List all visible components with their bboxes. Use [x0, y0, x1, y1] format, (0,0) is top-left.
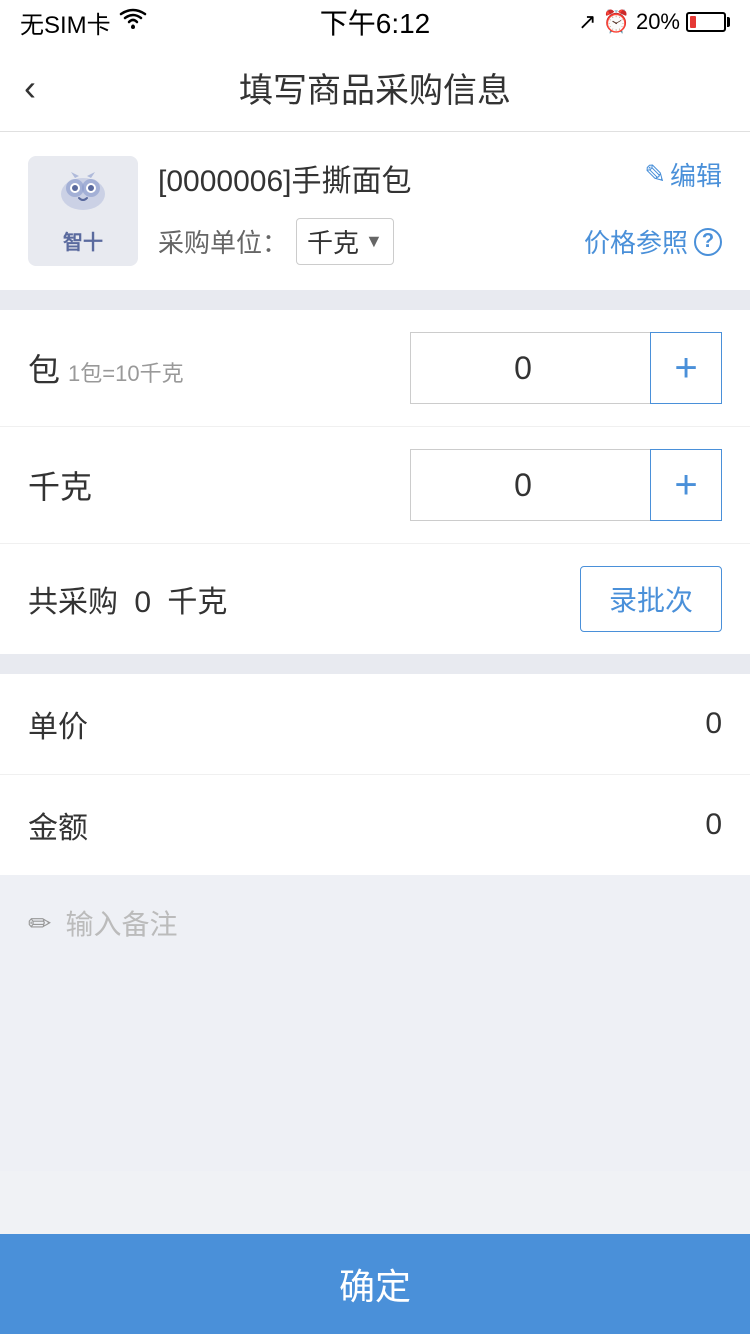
bao-label-main: 包	[28, 345, 60, 391]
total-prefix: 共采购	[28, 586, 118, 619]
total-amount: 0	[134, 586, 151, 619]
price-reference-button[interactable]: 价格参照 ?	[584, 223, 722, 260]
battery-icon	[686, 12, 730, 32]
kg-input-row: 千克 +	[0, 427, 750, 544]
bao-input-controls: +	[204, 332, 722, 404]
amount-row: 金额 0	[0, 775, 750, 875]
battery-percent: 20%	[636, 9, 680, 35]
amount-value: 0	[705, 808, 722, 842]
status-bar: 无SIM卡 下午6:12 ↗ ⏰ 20%	[0, 0, 750, 44]
edit-label: 编辑	[670, 156, 722, 193]
product-image: 智十	[28, 156, 138, 266]
bao-label: 包 1包=10千克	[28, 345, 184, 391]
product-info: [0000006]手撕面包 ✎ 编辑 采购单位： 千克 ▼ 价格参照 ?	[158, 156, 722, 265]
brand-label: 智十	[63, 226, 103, 255]
total-label: 共采购 0 千克	[28, 577, 227, 621]
batch-button[interactable]: 录批次	[580, 566, 722, 632]
product-full-name: [0000006]手撕面包	[158, 156, 644, 200]
location-icon: ↗	[578, 9, 596, 35]
confirm-button-label: 确定	[339, 1258, 411, 1310]
price-ref-help-icon: ?	[694, 228, 722, 256]
bao-label-sub: 1包=10千克	[68, 356, 184, 388]
note-placeholder-text: 输入备注	[65, 903, 177, 943]
product-card: 智十 [0000006]手撕面包 ✎ 编辑 采购单位： 千克 ▼ 价格参照 ?	[0, 132, 750, 290]
unit-label-text: 采购单位：	[158, 223, 288, 260]
back-button[interactable]: ‹	[24, 67, 36, 109]
edit-icon: ✎	[644, 159, 666, 190]
section-divider-1	[0, 290, 750, 310]
quantity-input-section: 包 1包=10千克 + 千克 +	[0, 310, 750, 544]
carrier-text: 无SIM卡	[20, 5, 111, 40]
status-time: 下午6:12	[320, 2, 431, 42]
bao-plus-button[interactable]: +	[650, 332, 722, 404]
total-row: 共采购 0 千克 录批次	[0, 544, 750, 654]
kg-plus-button[interactable]: +	[650, 449, 722, 521]
status-left: 无SIM卡	[20, 5, 147, 40]
alarm-icon: ⏰	[603, 9, 630, 35]
note-section[interactable]: ✏ 输入备注	[0, 875, 750, 971]
nav-bar: ‹ 填写商品采购信息	[0, 44, 750, 132]
bao-quantity-input[interactable]	[410, 332, 650, 404]
kg-quantity-input[interactable]	[410, 449, 650, 521]
unit-price-label: 单价	[28, 702, 88, 746]
wifi-icon	[119, 8, 147, 37]
kg-label-main: 千克	[28, 462, 92, 508]
bottom-spacer	[0, 971, 750, 1171]
unit-price-value: 0	[705, 707, 722, 741]
status-right: ↗ ⏰ 20%	[578, 9, 730, 35]
amount-label: 金额	[28, 803, 88, 847]
section-divider-2	[0, 654, 750, 674]
edit-button[interactable]: ✎ 编辑	[644, 156, 722, 193]
price-ref-label: 价格参照	[584, 223, 688, 260]
pencil-icon: ✏	[28, 907, 51, 940]
page-title: 填写商品采购信息	[239, 63, 511, 112]
product-owl-icon	[55, 168, 111, 222]
kg-label: 千克	[28, 462, 148, 508]
unit-price-row: 单价 0	[0, 674, 750, 775]
unit-value: 千克	[307, 223, 359, 260]
total-suffix: 千克	[167, 586, 227, 619]
confirm-button[interactable]: 确定	[0, 1234, 750, 1334]
kg-input-controls: +	[168, 449, 722, 521]
dropdown-arrow-icon: ▼	[365, 231, 383, 252]
bao-input-row: 包 1包=10千克 +	[0, 310, 750, 427]
info-section: 单价 0 金额 0	[0, 674, 750, 875]
unit-select-dropdown[interactable]: 千克 ▼	[296, 218, 394, 265]
